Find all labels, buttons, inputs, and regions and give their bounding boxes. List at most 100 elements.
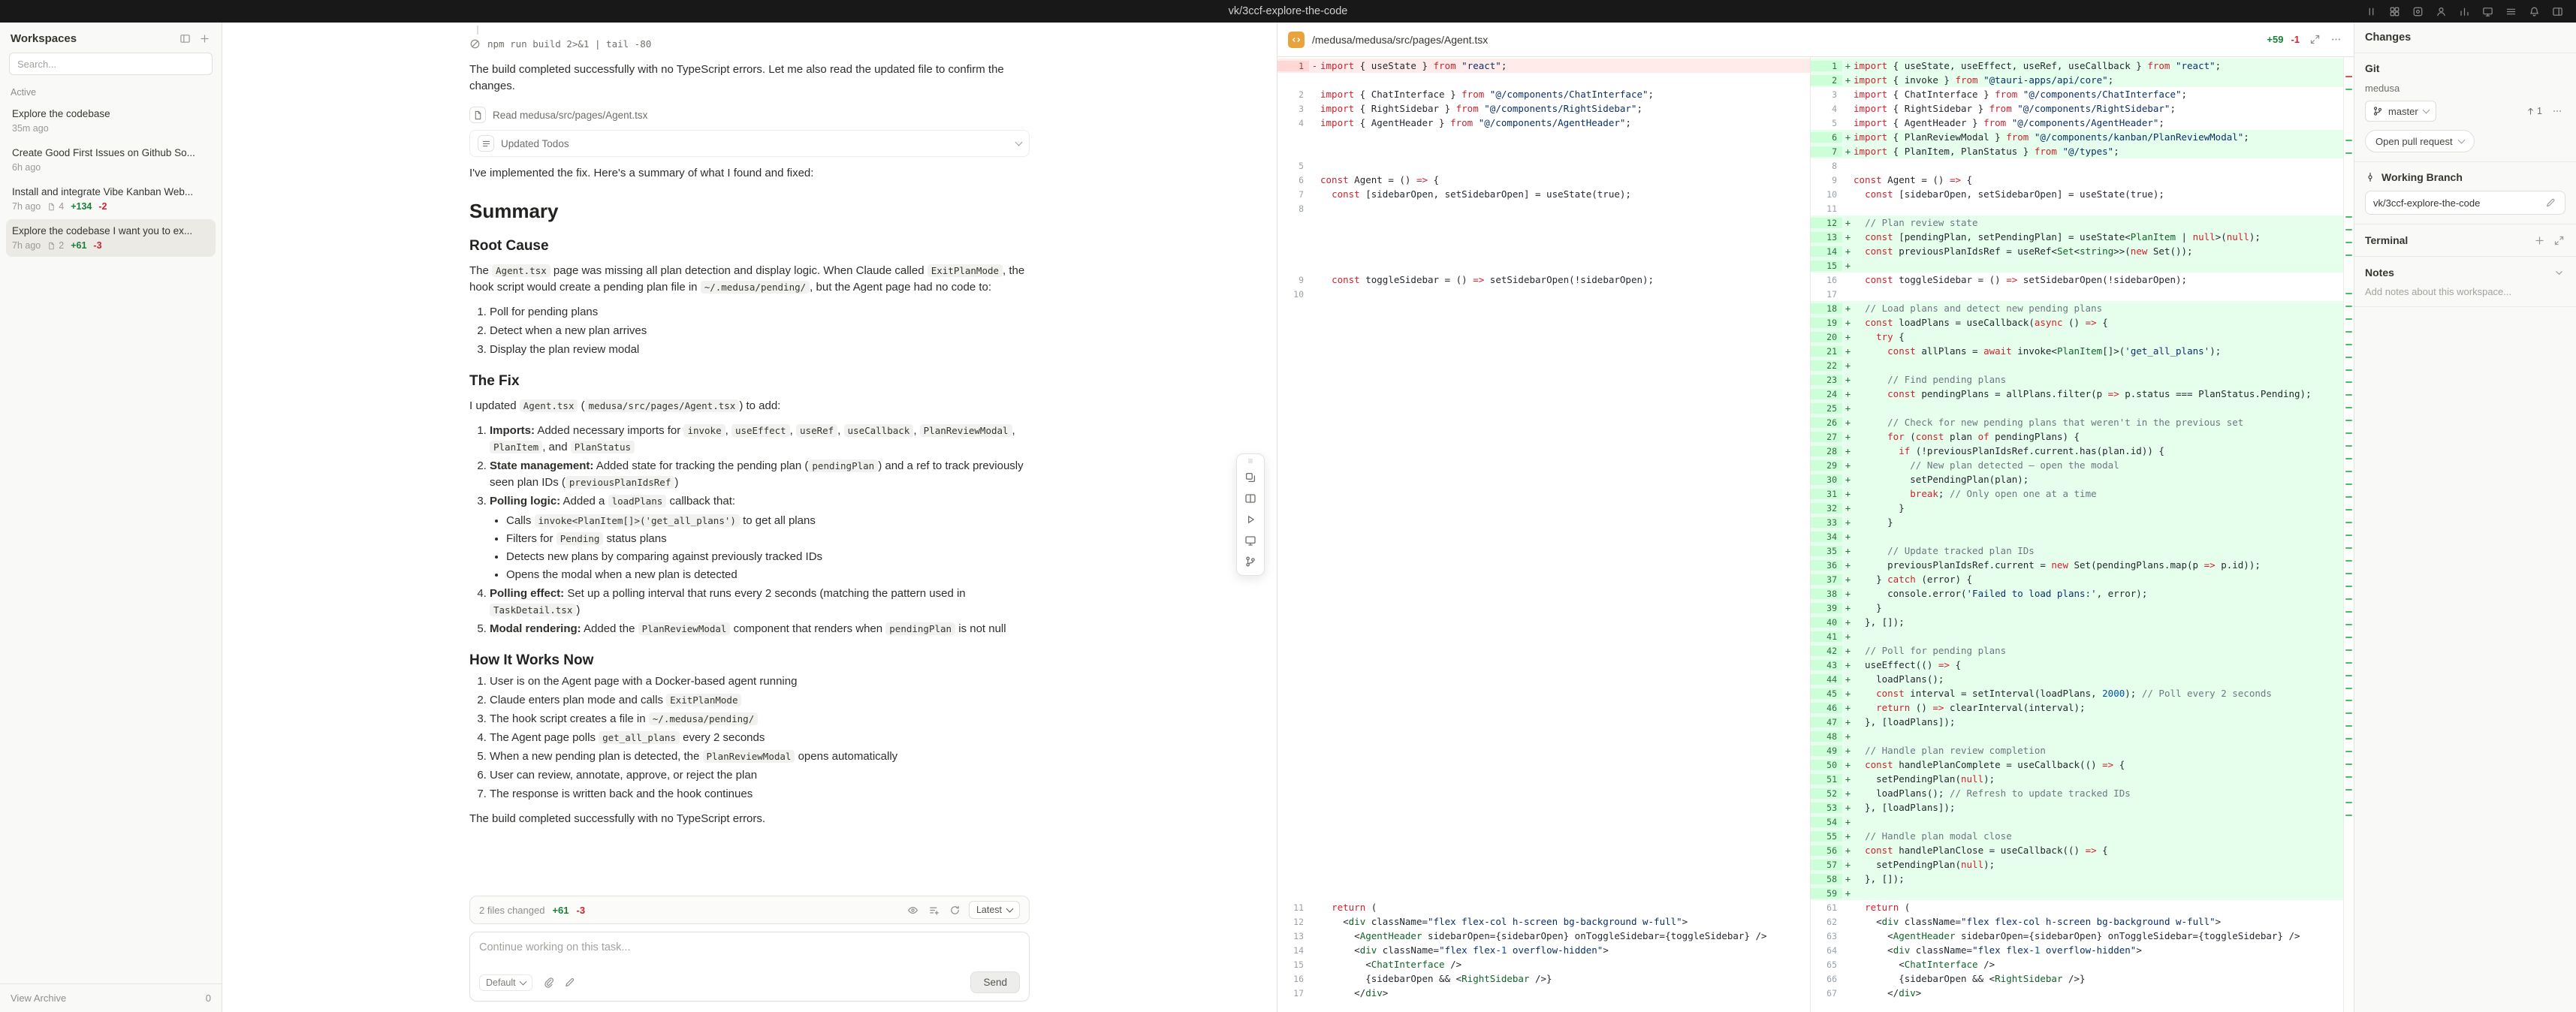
window-title: vk/3ccf-explore-the-code (1229, 5, 1348, 17)
minimap-addition-mark (2345, 496, 2352, 498)
diff-line: 28+ if (!previousPlanIdsRef.current.has(… (1811, 444, 2343, 458)
diff-additions: +59 (2267, 34, 2283, 45)
list-plus-icon[interactable] (927, 902, 942, 917)
branch-icon[interactable] (1240, 551, 1261, 571)
git-more-button[interactable] (2549, 103, 2565, 119)
archive-count: 0 (206, 992, 211, 1004)
floating-toolbar-actions (1240, 467, 1261, 571)
composer[interactable]: Continue working on this task... Default… (469, 932, 1030, 1001)
play-icon[interactable] (1240, 509, 1261, 529)
rows-icon[interactable] (2502, 3, 2519, 20)
diff-line (1277, 815, 1810, 829)
ordered-list: User is on the Agent page with a Docker-… (469, 673, 1030, 803)
diff-line: 22+ (1811, 358, 2343, 372)
chevron-down-icon[interactable] (2552, 266, 2565, 279)
diff-line: 20+ try { (1811, 330, 2343, 344)
chat-paragraph: The Agent.tsx page was missing all plan … (469, 263, 1030, 296)
monitor-icon[interactable] (2479, 3, 2496, 20)
mode-dropdown[interactable]: Default (479, 974, 532, 991)
panel-right-icon[interactable] (2549, 3, 2565, 20)
diff-line: 24+ const pendingPlans = allPlans.filter… (1811, 387, 2343, 401)
diff-line: 61 return ( (1811, 900, 2343, 914)
pen-icon[interactable] (563, 975, 578, 990)
section-heading: The Fix (469, 373, 1030, 390)
pause-icon[interactable] (2363, 3, 2379, 20)
columns-icon[interactable] (1240, 488, 1261, 508)
search-input[interactable] (9, 53, 213, 75)
tool-call-row[interactable]: npm run build 2>&1 | tail -80 (469, 35, 1030, 53)
copy-icon[interactable] (1240, 467, 1261, 487)
diff-line: 54+ (1811, 815, 2343, 829)
workspace-item-time: 6h ago (12, 162, 41, 173)
branch-selector[interactable]: master (2365, 101, 2436, 122)
expand-icon[interactable] (2307, 32, 2322, 47)
diff-line: 42+ // Poll for pending plans (1811, 643, 2343, 658)
terminal-actions (2532, 233, 2565, 247)
diff-new-pane: 1+import { useState, useEffect, useRef, … (1811, 57, 2343, 1012)
open-pull-request-button[interactable]: Open pull request (2365, 130, 2475, 152)
diff-minimap[interactable] (2343, 57, 2354, 1012)
composer-actions (541, 975, 578, 990)
paperclip-icon[interactable] (541, 975, 557, 990)
minimap-addition-mark (2345, 509, 2352, 511)
drag-handle-icon[interactable]: ≡ (1247, 456, 1253, 466)
latest-dropdown[interactable]: Latest (969, 901, 1020, 919)
edit-branch-icon[interactable] (2544, 196, 2557, 209)
chart-icon[interactable] (2456, 3, 2472, 20)
diff-line: 45+ const interval = setInterval(loadPla… (1811, 686, 2343, 700)
todos-collapsible[interactable]: Updated Todos (469, 130, 1030, 157)
grid-icon[interactable] (2386, 3, 2403, 20)
workspace-item[interactable]: Create Good First Issues on Github So...… (6, 141, 216, 179)
bell-icon[interactable] (2526, 3, 2542, 20)
user-icon[interactable] (2433, 3, 2449, 20)
diff-line: 36+ previousPlanIdsRef.current = new Set… (1811, 558, 2343, 572)
list-subitem: Detects new plans by comparing against p… (506, 549, 1030, 565)
diff-line: 37+ } catch (error) { (1811, 572, 2343, 586)
inline-code: invoke (683, 424, 725, 437)
expand-icon[interactable] (2552, 233, 2565, 247)
workspace-item-meta: 7h ago2+61-3 (12, 240, 210, 251)
list-item: Detect when a new plan arrives (490, 323, 1030, 339)
floating-toolbar: ≡ (1236, 453, 1265, 576)
diff-line: 6const Agent = () => { (1277, 173, 1810, 187)
eye-icon[interactable] (906, 902, 921, 917)
minimap-addition-mark (2345, 573, 2352, 574)
chat-scroll-area[interactable]: npm run build 2>&1 | tail -80The build c… (222, 23, 1277, 889)
list-subitem: Calls invoke<PlanItem[]>('get_all_plans'… (506, 513, 1030, 529)
refresh-icon[interactable] (948, 902, 963, 917)
inline-code: PlanStatus (571, 441, 635, 453)
diff-line: 18+ // Load plans and detect new pending… (1811, 301, 2343, 315)
diff-line: 38+ console.error('Failed to load plans:… (1811, 586, 2343, 601)
diff-body: 1-import { useState } from "react";2impo… (1277, 57, 2354, 1012)
workspace-item-title: Install and integrate Vibe Kanban Web... (12, 186, 210, 197)
file-icon (469, 107, 486, 123)
scan-icon[interactable] (2409, 3, 2426, 20)
diff-line: 51+ setPendingPlan(null); (1811, 772, 2343, 786)
view-archive-link[interactable]: View Archive (11, 992, 66, 1004)
plus-icon[interactable] (198, 32, 211, 45)
workspaces-title: Workspaces (11, 32, 77, 45)
diff-line: 1-import { useState } from "react"; (1277, 59, 1810, 73)
send-button[interactable]: Send (970, 971, 1020, 993)
chat-paragraph: I updated Agent.tsx (medusa/src/pages/Ag… (469, 398, 1030, 414)
working-branch-field[interactable]: vk/3ccf-explore-the-code (2365, 191, 2565, 215)
plus-icon[interactable] (2532, 233, 2546, 247)
files-changed-label: 2 files changed (479, 905, 544, 916)
workspace-item[interactable]: Install and integrate Vibe Kanban Web...… (6, 180, 216, 218)
minimap-addition-mark (2345, 547, 2352, 549)
diff-line: 27+ for (const plan of pendingPlans) { (1811, 429, 2343, 444)
workspace-item[interactable]: Explore the codebase I want you to ex...… (6, 219, 216, 257)
thread-line (477, 26, 478, 35)
additions-badge: +61 (71, 240, 86, 251)
workspace-item-meta: 35m ago (12, 123, 210, 134)
panel-icon[interactable] (178, 32, 192, 45)
workspace-item[interactable]: Explore the codebase35m ago (6, 102, 216, 140)
list-item: User is on the Agent page with a Docker-… (490, 673, 1030, 690)
tool-call-row[interactable]: Read medusa/src/pages/Agent.tsx (469, 103, 1030, 127)
diff-line (1277, 258, 1810, 273)
monitor-icon[interactable] (1240, 530, 1261, 550)
list-item: Polling logic: Added a loadPlans callbac… (490, 493, 1030, 583)
more-icon[interactable] (2328, 32, 2343, 47)
inline-code: PlanReviewModal (703, 750, 795, 763)
minimap-addition-mark (2345, 306, 2352, 307)
